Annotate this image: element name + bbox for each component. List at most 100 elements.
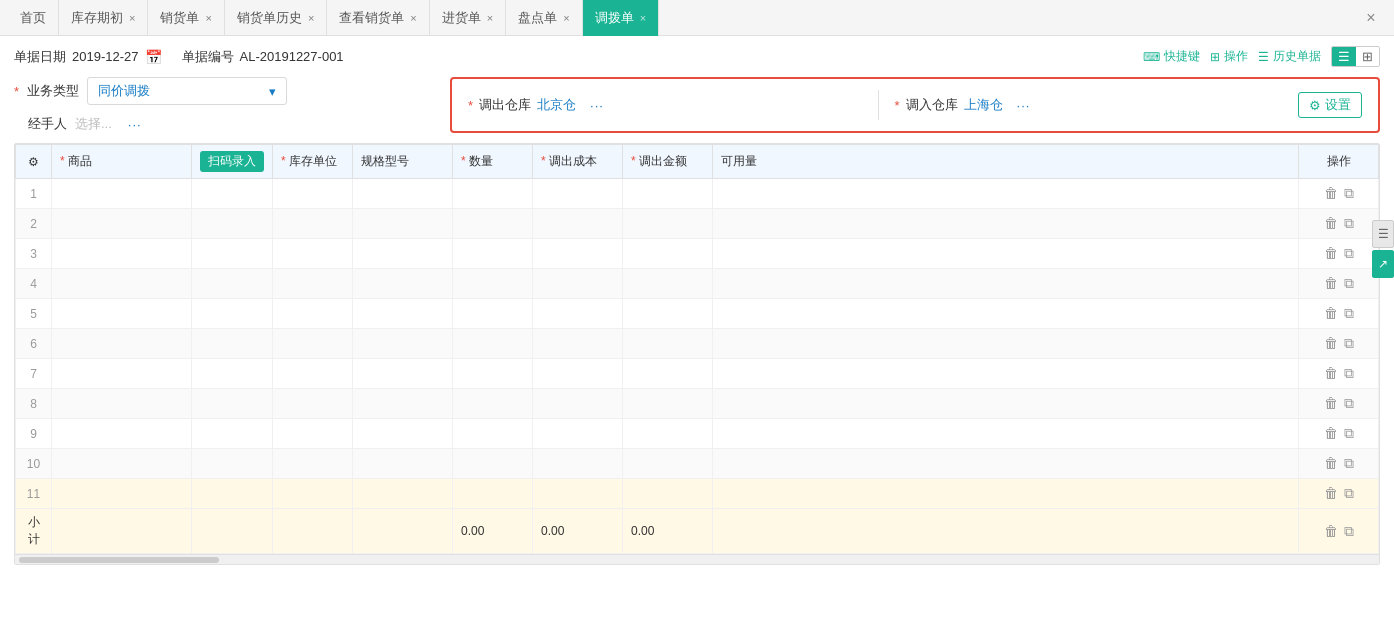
row-unit-7[interactable] [273,359,353,389]
row-cost-6[interactable] [533,329,623,359]
row-spec-6[interactable] [353,329,453,359]
row-qty-4[interactable] [453,269,533,299]
row-unit-10[interactable] [273,449,353,479]
delete-icon-9[interactable]: 🗑 [1324,425,1338,442]
row-qty-2[interactable] [453,209,533,239]
row-amount-9[interactable] [623,419,713,449]
row-spec-7[interactable] [353,359,453,389]
row-amount-10[interactable] [623,449,713,479]
row-cost-7[interactable] [533,359,623,389]
row-cost-5[interactable] [533,299,623,329]
row-qty-10[interactable] [453,449,533,479]
row-spec-4[interactable] [353,269,453,299]
shortcut-button[interactable]: ⌨ 快捷键 [1143,48,1200,65]
tab-sales-history-close[interactable]: × [308,12,314,24]
subtotal-copy-icon[interactable]: ⧉ [1344,523,1354,540]
row-spec-5[interactable] [353,299,453,329]
copy-icon-8[interactable]: ⧉ [1344,395,1354,412]
row-cost-11[interactable] [533,479,623,509]
row-qty-7[interactable] [453,359,533,389]
row-amount-7[interactable] [623,359,713,389]
row-product-9[interactable] [52,419,192,449]
row-spec-8[interactable] [353,389,453,419]
copy-icon-11[interactable]: ⧉ [1344,485,1354,502]
tab-stocktake-close[interactable]: × [563,12,569,24]
delete-icon-7[interactable]: 🗑 [1324,365,1338,382]
person-more-icon[interactable]: ··· [128,117,142,132]
row-cost-9[interactable] [533,419,623,449]
row-cost-10[interactable] [533,449,623,479]
calendar-icon[interactable]: 📅 [145,49,162,65]
delete-icon-10[interactable]: 🗑 [1324,455,1338,472]
row-unit-9[interactable] [273,419,353,449]
row-product-5[interactable] [52,299,192,329]
row-product-7[interactable] [52,359,192,389]
transfer-out-value[interactable]: 北京仓 [537,96,576,114]
copy-icon-10[interactable]: ⧉ [1344,455,1354,472]
row-spec-3[interactable] [353,239,453,269]
row-amount-5[interactable] [623,299,713,329]
row-spec-11[interactable] [353,479,453,509]
row-unit-11[interactable] [273,479,353,509]
row-unit-3[interactable] [273,239,353,269]
delete-icon-5[interactable]: 🗑 [1324,305,1338,322]
transfer-in-value[interactable]: 上海仓 [964,96,1003,114]
row-unit-6[interactable] [273,329,353,359]
copy-icon-1[interactable]: ⧉ [1344,185,1354,202]
view-toggle-grid[interactable]: ⊞ [1356,47,1379,66]
copy-icon-9[interactable]: ⧉ [1344,425,1354,442]
transfer-out-more[interactable]: ··· [590,98,604,113]
row-qty-9[interactable] [453,419,533,449]
float-doc-button[interactable]: ☰ [1372,220,1394,248]
transfer-in-more[interactable]: ··· [1017,98,1031,113]
biz-type-select[interactable]: 同价调拨 ▾ [87,77,287,105]
tab-purchase[interactable]: 进货单 × [430,0,506,36]
copy-icon-5[interactable]: ⧉ [1344,305,1354,322]
row-product-2[interactable] [52,209,192,239]
row-product-6[interactable] [52,329,192,359]
col-header-gear[interactable]: ⚙ [16,145,52,179]
row-spec-10[interactable] [353,449,453,479]
tab-home[interactable]: 首页 [8,0,59,36]
copy-icon-3[interactable]: ⧉ [1344,245,1354,262]
row-qty-3[interactable] [453,239,533,269]
tab-inventory-init-close[interactable]: × [129,12,135,24]
row-amount-4[interactable] [623,269,713,299]
row-product-1[interactable] [52,179,192,209]
row-unit-4[interactable] [273,269,353,299]
person-select[interactable]: 选择... [75,115,112,133]
tab-stocktake[interactable]: 盘点单 × [506,0,582,36]
copy-icon-4[interactable]: ⧉ [1344,275,1354,292]
tab-sales-history[interactable]: 销货单历史 × [225,0,327,36]
row-product-8[interactable] [52,389,192,419]
row-spec-1[interactable] [353,179,453,209]
row-product-4[interactable] [52,269,192,299]
history-button[interactable]: ☰ 历史单据 [1258,48,1321,65]
row-qty-1[interactable] [453,179,533,209]
tab-sales[interactable]: 销货单 × [148,0,224,36]
copy-icon-6[interactable]: ⧉ [1344,335,1354,352]
row-cost-4[interactable] [533,269,623,299]
horizontal-scrollbar[interactable] [15,554,1379,564]
tab-inventory-init[interactable]: 库存期初 × [59,0,148,36]
tab-transfer[interactable]: 调拨单 × [583,0,659,36]
row-spec-2[interactable] [353,209,453,239]
row-amount-6[interactable] [623,329,713,359]
delete-icon-3[interactable]: 🗑 [1324,245,1338,262]
row-cost-8[interactable] [533,389,623,419]
row-unit-2[interactable] [273,209,353,239]
row-unit-1[interactable] [273,179,353,209]
row-unit-5[interactable] [273,299,353,329]
window-close-button[interactable]: × [1356,3,1386,33]
copy-icon-7[interactable]: ⧉ [1344,365,1354,382]
tab-transfer-close[interactable]: × [640,12,646,24]
subtotal-delete-icon[interactable]: 🗑 [1324,523,1338,540]
row-qty-6[interactable] [453,329,533,359]
row-amount-8[interactable] [623,389,713,419]
tab-view-sales[interactable]: 查看销货单 × [327,0,429,36]
row-product-11[interactable] [52,479,192,509]
delete-icon-11[interactable]: 🗑 [1324,485,1338,502]
delete-icon-8[interactable]: 🗑 [1324,395,1338,412]
copy-icon-2[interactable]: ⧉ [1344,215,1354,232]
delete-icon-2[interactable]: 🗑 [1324,215,1338,232]
